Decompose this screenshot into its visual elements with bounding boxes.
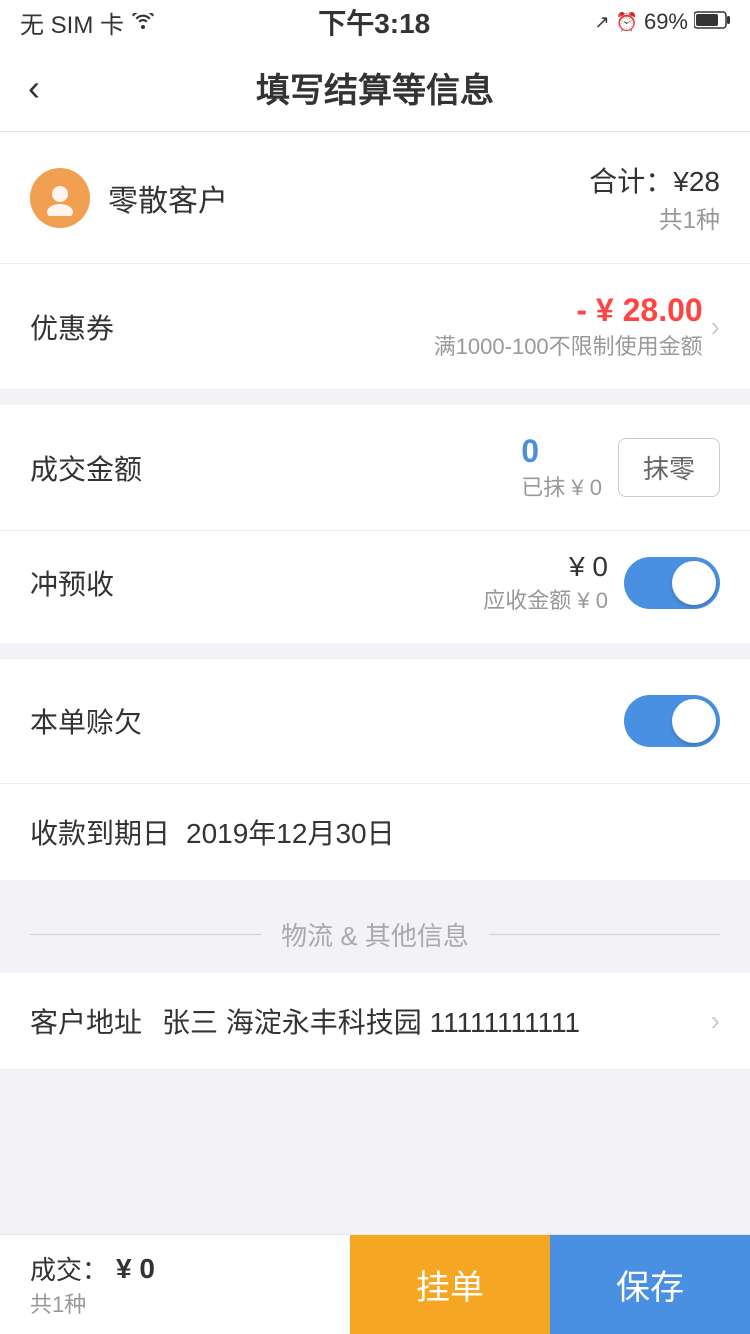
avatar [30,168,90,228]
customer-section: 零散客户 合计：¥28 共1种 优惠券 - ¥ 28.00 满1000-100不… [0,132,750,389]
debt-section: 本单赊欠 收款到期日 2019年12月30日 [0,659,750,880]
prepay-sub-amount: 应收金额 ¥ 0 [483,583,608,615]
bottom-deal: 成交： ¥ 0 [30,1250,320,1287]
prepay-main-amount: ¥ 0 [483,551,608,583]
prepay-toggle[interactable] [624,557,720,609]
deal-label: 成交： [30,1250,108,1287]
address-label: 客户地址 [30,1001,142,1041]
nav-bar: ‹ 填写结算等信息 [0,44,750,132]
address-value: 张三 海淀永丰科技园 11111111111 [162,1001,711,1041]
main-content: 零散客户 合计：¥28 共1种 优惠券 - ¥ 28.00 满1000-100不… [0,132,750,1269]
debt-toggle[interactable] [624,695,720,747]
transaction-sub: 已抹 ¥ 0 [521,470,602,502]
coupon-label: 优惠券 [30,307,114,347]
bottom-info: 成交： ¥ 0 共1种 [0,1250,350,1319]
prepay-right: ¥ 0 应收金额 ¥ 0 [483,551,720,615]
chevron-right-icon: › [711,311,720,343]
debt-row: 本单赊欠 [0,659,750,783]
coupon-amount: - ¥ 28.00 [576,292,702,328]
coupon-right: - ¥ 28.00 满1000-100不限制使用金额 › [434,292,720,361]
divider-line-right [489,934,720,935]
coupon-row[interactable]: 优惠券 - ¥ 28.00 满1000-100不限制使用金额 › [0,263,750,389]
back-button[interactable]: ‹ [28,67,40,109]
divider-line-left [30,934,261,935]
address-chevron-icon: › [711,1005,720,1037]
bottom-bar: 成交： ¥ 0 共1种 挂单 保存 [0,1234,750,1334]
coupon-desc: 满1000-100不限制使用金额 [434,329,703,361]
battery-icon [694,9,730,35]
customer-row: 零散客户 合计：¥28 共1种 [0,132,750,263]
battery-percent: 69% [644,9,688,35]
duedate-row: 收款到期日 2019年12月30日 [0,783,750,880]
status-time: 下午3:18 [318,2,430,42]
prepay-amounts: ¥ 0 应收金额 ¥ 0 [483,551,608,615]
round-button[interactable]: 抹零 [618,438,720,497]
customer-count: 共1种 [589,200,720,235]
address-row[interactable]: 客户地址 张三 海淀永丰科技园 11111111111 › [0,973,750,1069]
logistics-divider: 物流 & 其他信息 [0,896,750,973]
transaction-right: 0 已抹 ¥ 0 抹零 [521,433,720,502]
debt-label: 本单赊欠 [30,701,142,741]
transaction-section: 成交金额 0 已抹 ¥ 0 抹零 冲预收 ¥ 0 应收金额 ¥ 0 [0,405,750,643]
customer-total-info: 合计：¥28 共1种 [589,160,720,235]
duedate-label: 收款到期日 [30,812,170,852]
duedate-value: 2019年12月30日 [186,812,395,852]
status-left: 无 SIM 卡 [20,5,154,40]
no-sim-label: 无 SIM 卡 [20,5,124,40]
prepay-row: 冲预收 ¥ 0 应收金额 ¥ 0 [0,530,750,643]
location-icon: ↗ [594,12,609,33]
status-right: ↗ ⏰ 69% [594,9,730,35]
logistics-label: 物流 & 其他信息 [261,916,489,953]
customer-total: 合计：¥28 [589,160,720,200]
transaction-label: 成交金额 [30,448,142,488]
address-section: 客户地址 张三 海淀永丰科技园 11111111111 › [0,973,750,1069]
deal-amount: ¥ 0 [116,1253,155,1285]
customer-name: 零散客户 [108,176,228,220]
prepay-label: 冲预收 [30,563,114,603]
page-title: 填写结算等信息 [256,63,494,112]
customer-info: 零散客户 [30,168,228,228]
debt-toggle-knob [672,699,716,743]
bottom-count: 共1种 [30,1287,320,1319]
toggle-knob [672,561,716,605]
wifi-icon [132,8,154,36]
transaction-value: 0 [521,433,539,469]
pending-button[interactable]: 挂单 [350,1235,550,1334]
status-bar: 无 SIM 卡 下午3:18 ↗ ⏰ 69% [0,0,750,44]
alarm-icon: ⏰ [616,12,638,33]
save-button[interactable]: 保存 [550,1235,750,1334]
transaction-row: 成交金额 0 已抹 ¥ 0 抹零 [0,405,750,530]
